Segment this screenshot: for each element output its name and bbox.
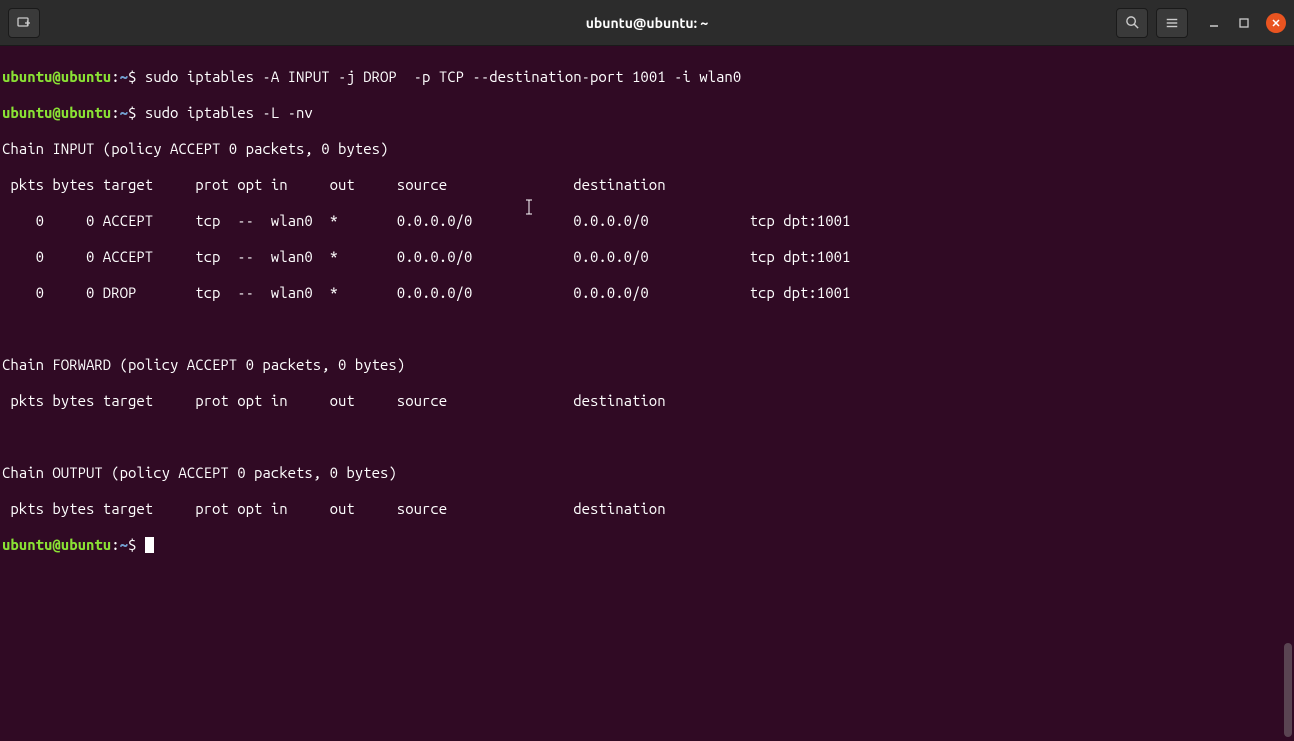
prompt-colon: : [111,104,119,121]
close-button[interactable] [1266,13,1286,33]
command-text: sudo iptables -A INPUT -j DROP -p TCP --… [136,68,741,85]
window-title: ubuntu@ubuntu: ~ [586,15,709,31]
prompt-user: ubuntu@ubuntu [2,104,111,121]
hamburger-icon [1165,16,1179,30]
terminal-line: ubuntu@ubuntu:~$ sudo iptables -A INPUT … [2,68,1292,86]
search-button[interactable] [1116,8,1148,38]
prompt-user: ubuntu@ubuntu [2,68,111,85]
new-tab-icon [16,15,32,31]
prompt-colon: : [111,68,119,85]
terminal-output [2,320,1292,338]
titlebar-left [8,8,40,38]
terminal-output: pkts bytes target prot opt in out source… [2,176,1292,194]
search-icon [1125,15,1140,30]
command-text [136,536,144,553]
menu-button[interactable] [1156,8,1188,38]
terminal-output: Chain OUTPUT (policy ACCEPT 0 packets, 0… [2,464,1292,482]
prompt-path: ~ [120,104,128,121]
command-text: sudo iptables -L -nv [136,104,312,121]
terminal-area[interactable]: ubuntu@ubuntu:~$ sudo iptables -A INPUT … [0,46,1294,576]
prompt-path: ~ [120,536,128,553]
cursor-block [145,537,154,553]
maximize-button[interactable] [1236,15,1252,31]
terminal-output: Chain INPUT (policy ACCEPT 0 packets, 0 … [2,140,1292,158]
prompt-path: ~ [120,68,128,85]
terminal-line: ubuntu@ubuntu:~$ sudo iptables -L -nv [2,104,1292,122]
terminal-output: Chain FORWARD (policy ACCEPT 0 packets, … [2,356,1292,374]
maximize-icon [1238,17,1250,29]
terminal-output: 0 0 ACCEPT tcp -- wlan0 * 0.0.0.0/0 0.0.… [2,248,1292,266]
titlebar-right [1116,8,1286,38]
new-tab-button[interactable] [8,8,40,38]
terminal-output: pkts bytes target prot opt in out source… [2,500,1292,518]
minimize-icon [1208,17,1220,29]
prompt-user: ubuntu@ubuntu [2,536,111,553]
terminal-line: ubuntu@ubuntu:~$ [2,536,1292,554]
terminal-output: 0 0 ACCEPT tcp -- wlan0 * 0.0.0.0/0 0.0.… [2,212,1292,230]
window-controls [1206,13,1286,33]
scrollbar-thumb[interactable] [1284,643,1292,737]
terminal-output [2,428,1292,446]
terminal-output: pkts bytes target prot opt in out source… [2,392,1292,410]
prompt-colon: : [111,536,119,553]
titlebar: ubuntu@ubuntu: ~ [0,0,1294,46]
terminal-output: 0 0 DROP tcp -- wlan0 * 0.0.0.0/0 0.0.0.… [2,284,1292,302]
close-icon [1271,18,1281,28]
minimize-button[interactable] [1206,15,1222,31]
